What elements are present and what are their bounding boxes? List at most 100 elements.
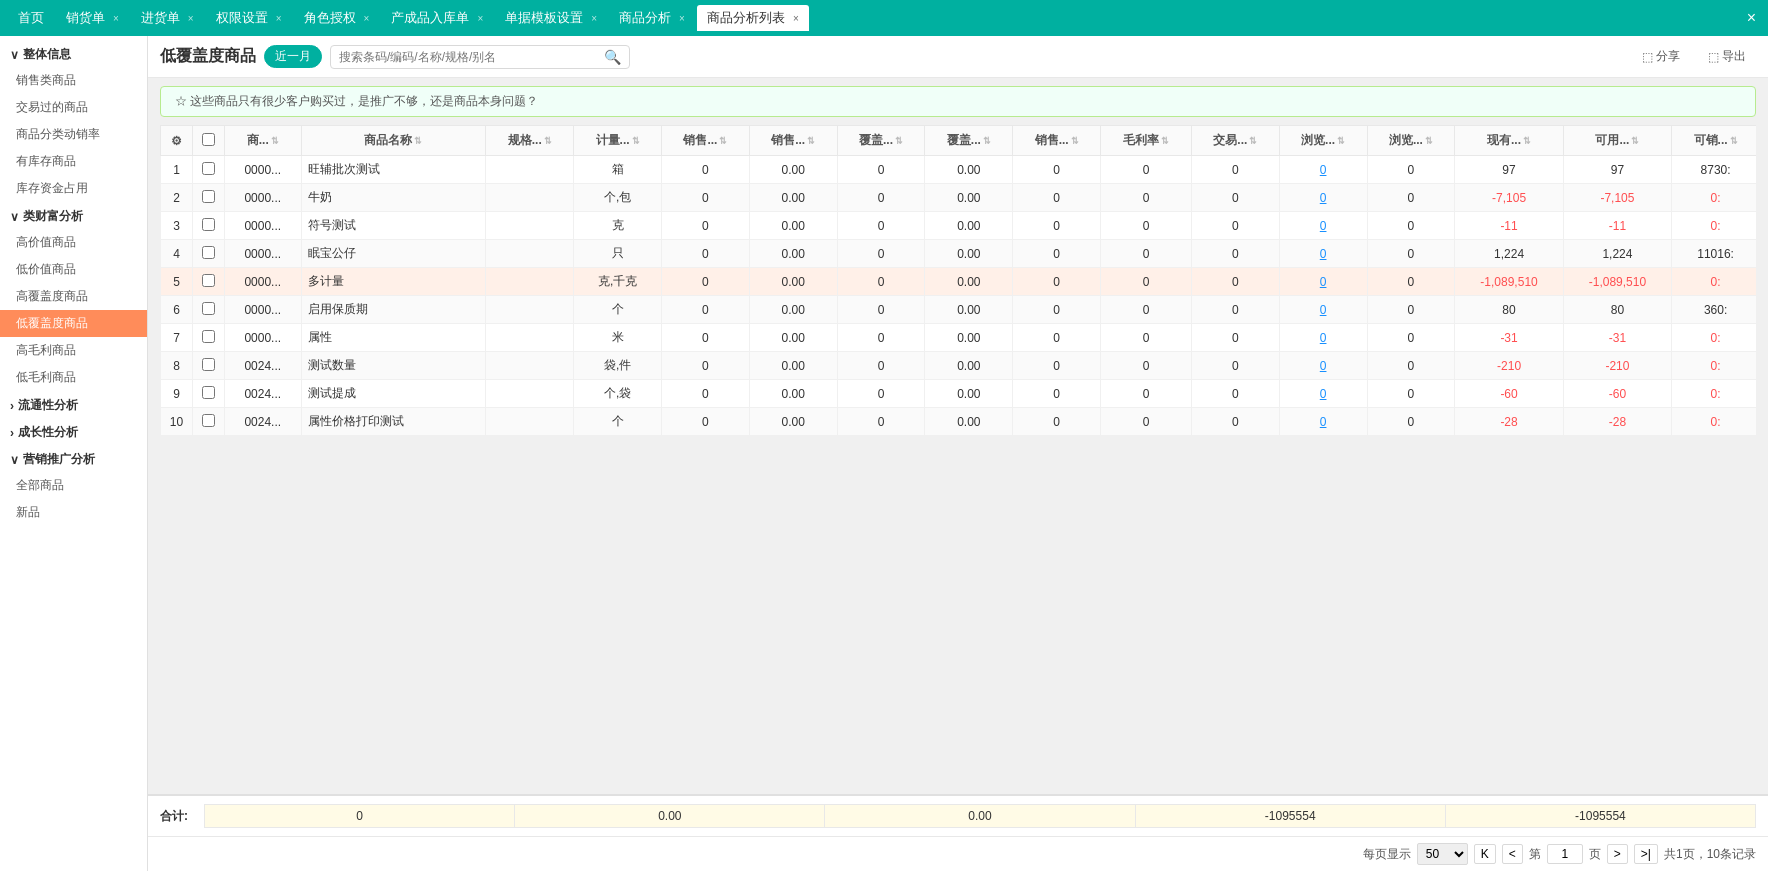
sellable-col-header[interactable]: 可销...⇅ xyxy=(1672,126,1756,156)
name-col-header[interactable]: 商品名称⇅ xyxy=(301,126,486,156)
share-button[interactable]: ⬚ 分享 xyxy=(1632,44,1690,69)
sort-icon: ⇅ xyxy=(1425,136,1433,146)
close-icon[interactable]: × xyxy=(793,13,799,24)
row-browse1[interactable]: 0 xyxy=(1279,184,1367,212)
available-col-header[interactable]: 可用...⇅ xyxy=(1563,126,1671,156)
sidebar-item-low-coverage[interactable]: 低覆盖度商品 xyxy=(0,310,147,337)
close-all-button[interactable]: × xyxy=(1743,5,1760,31)
row-browse1[interactable]: 0 xyxy=(1279,324,1367,352)
header-actions: ⬚ 分享 ⬚ 导出 xyxy=(1632,44,1756,69)
close-icon[interactable]: × xyxy=(276,13,282,24)
row-browse1[interactable]: 0 xyxy=(1279,352,1367,380)
nav-tab-analysis-list[interactable]: 商品分析列表 × xyxy=(697,5,809,31)
sort-icon: ⇅ xyxy=(1523,136,1531,146)
row-checkbox[interactable] xyxy=(193,184,225,212)
last-page-button[interactable]: >| xyxy=(1634,844,1658,864)
row-browse1[interactable]: 0 xyxy=(1279,380,1367,408)
table-container[interactable]: ⚙ 商...⇅ 商品名称⇅ 规格...⇅ 计量...⇅ 销售...⇅ 销售...… xyxy=(160,125,1756,794)
unit-col-header[interactable]: 计量...⇅ xyxy=(574,126,662,156)
nav-tab-permission[interactable]: 权限设置 × xyxy=(206,5,292,31)
nav-tab-product[interactable]: 产成品入库单 × xyxy=(381,5,493,31)
row-sellable: 0: xyxy=(1672,352,1756,380)
code-col-header[interactable]: 商...⇅ xyxy=(225,126,302,156)
row-cov1: 0 xyxy=(837,408,925,436)
nav-tab-role[interactable]: 角色授权 × xyxy=(294,5,380,31)
sidebar-section-overall[interactable]: ∨ 整体信息 xyxy=(0,40,147,67)
sidebar-item-sales-goods[interactable]: 销售类商品 xyxy=(0,67,147,94)
row-checkbox[interactable] xyxy=(193,268,225,296)
sidebar-item-all-goods[interactable]: 全部商品 xyxy=(0,472,147,499)
sidebar-section-wealth[interactable]: ∨ 类财富分析 xyxy=(0,202,147,229)
settings-col-header[interactable]: ⚙ xyxy=(161,126,193,156)
row-checkbox[interactable] xyxy=(193,296,225,324)
row-checkbox[interactable] xyxy=(193,408,225,436)
sidebar-item-traded[interactable]: 交易过的商品 xyxy=(0,94,147,121)
sidebar-section-growth[interactable]: › 成长性分析 xyxy=(0,418,147,445)
transaction-col-header[interactable]: 交易...⇅ xyxy=(1191,126,1279,156)
row-checkbox[interactable] xyxy=(193,324,225,352)
row-unit: 个 xyxy=(574,296,662,324)
row-checkbox[interactable] xyxy=(193,380,225,408)
row-browse1[interactable]: 0 xyxy=(1279,296,1367,324)
filter-recent-month[interactable]: 近一月 xyxy=(264,45,322,68)
sales-amt-col-header[interactable]: 销售...⇅ xyxy=(749,126,837,156)
row-browse1[interactable]: 0 xyxy=(1279,240,1367,268)
sidebar-item-in-stock[interactable]: 有库存商品 xyxy=(0,148,147,175)
cov2-col-header[interactable]: 覆盖...⇅ xyxy=(925,126,1013,156)
row-browse1[interactable]: 0 xyxy=(1279,268,1367,296)
salesx-col-header[interactable]: 销售...⇅ xyxy=(1013,126,1101,156)
nav-tab-analysis[interactable]: 商品分析 × xyxy=(609,5,695,31)
close-icon[interactable]: × xyxy=(679,13,685,24)
browse1-col-header[interactable]: 浏览...⇅ xyxy=(1279,126,1367,156)
row-browse2: 0 xyxy=(1367,212,1455,240)
row-sales-amt: 0.00 xyxy=(749,296,837,324)
row-checkbox[interactable] xyxy=(193,156,225,184)
row-checkbox[interactable] xyxy=(193,212,225,240)
sidebar-item-high-coverage[interactable]: 高覆盖度商品 xyxy=(0,283,147,310)
row-browse1[interactable]: 0 xyxy=(1279,408,1367,436)
row-checkbox[interactable] xyxy=(193,352,225,380)
nav-tab-template[interactable]: 单据模板设置 × xyxy=(495,5,607,31)
close-icon[interactable]: × xyxy=(113,13,119,24)
sidebar-item-low-value[interactable]: 低价值商品 xyxy=(0,256,147,283)
sidebar-item-low-margin[interactable]: 低毛利商品 xyxy=(0,364,147,391)
spec-col-header[interactable]: 规格...⇅ xyxy=(486,126,574,156)
checkbox-col-header[interactable] xyxy=(193,126,225,156)
sort-icon: ⇅ xyxy=(1631,136,1639,146)
close-icon[interactable]: × xyxy=(591,13,597,24)
sidebar-section-flow[interactable]: › 流通性分析 xyxy=(0,391,147,418)
search-input[interactable] xyxy=(339,50,600,64)
sidebar-item-category-rate[interactable]: 商品分类动销率 xyxy=(0,121,147,148)
row-available: -1,089,510 xyxy=(1563,268,1671,296)
export-button[interactable]: ⬚ 导出 xyxy=(1698,44,1756,69)
table-row: 5 0000... 多计量 克,千克 0 0.00 0 0.00 0 0 0 0… xyxy=(161,268,1757,296)
next-page-button[interactable]: > xyxy=(1607,844,1628,864)
search-box[interactable]: 🔍 xyxy=(330,45,630,69)
per-page-select[interactable]: 50 100 200 xyxy=(1417,843,1468,865)
close-icon[interactable]: × xyxy=(477,13,483,24)
margin-col-header[interactable]: 毛利率⇅ xyxy=(1101,126,1192,156)
select-all-checkbox[interactable] xyxy=(202,133,215,146)
prev-page-button[interactable]: < xyxy=(1502,844,1523,864)
cov1-col-header[interactable]: 覆盖...⇅ xyxy=(837,126,925,156)
nav-tab-purchase[interactable]: 进货单 × xyxy=(131,5,204,31)
sidebar-item-new-goods[interactable]: 新品 xyxy=(0,499,147,526)
sidebar-item-stock-capital[interactable]: 库存资金占用 xyxy=(0,175,147,202)
sidebar-item-high-margin[interactable]: 高毛利商品 xyxy=(0,337,147,364)
nav-tab-sales[interactable]: 销货单 × xyxy=(56,5,129,31)
sidebar-section-marketing[interactable]: ∨ 营销推广分析 xyxy=(0,445,147,472)
sidebar-item-high-value[interactable]: 高价值商品 xyxy=(0,229,147,256)
row-browse1[interactable]: 0 xyxy=(1279,212,1367,240)
current-col-header[interactable]: 现有...⇅ xyxy=(1455,126,1563,156)
content-area: 低覆盖度商品 近一月 🔍 ⬚ 分享 ⬚ 导出 ☆ 这些商品只有很少客户购买过，是… xyxy=(148,36,1768,871)
sales-qty-col-header[interactable]: 销售...⇅ xyxy=(661,126,749,156)
close-icon[interactable]: × xyxy=(188,13,194,24)
search-icon[interactable]: 🔍 xyxy=(604,49,621,65)
close-icon[interactable]: × xyxy=(364,13,370,24)
nav-tab-home[interactable]: 首页 xyxy=(8,5,54,31)
row-checkbox[interactable] xyxy=(193,240,225,268)
first-page-button[interactable]: K xyxy=(1474,844,1496,864)
page-number-input[interactable] xyxy=(1547,844,1583,864)
browse2-col-header[interactable]: 浏览...⇅ xyxy=(1367,126,1455,156)
row-browse1[interactable]: 0 xyxy=(1279,156,1367,184)
